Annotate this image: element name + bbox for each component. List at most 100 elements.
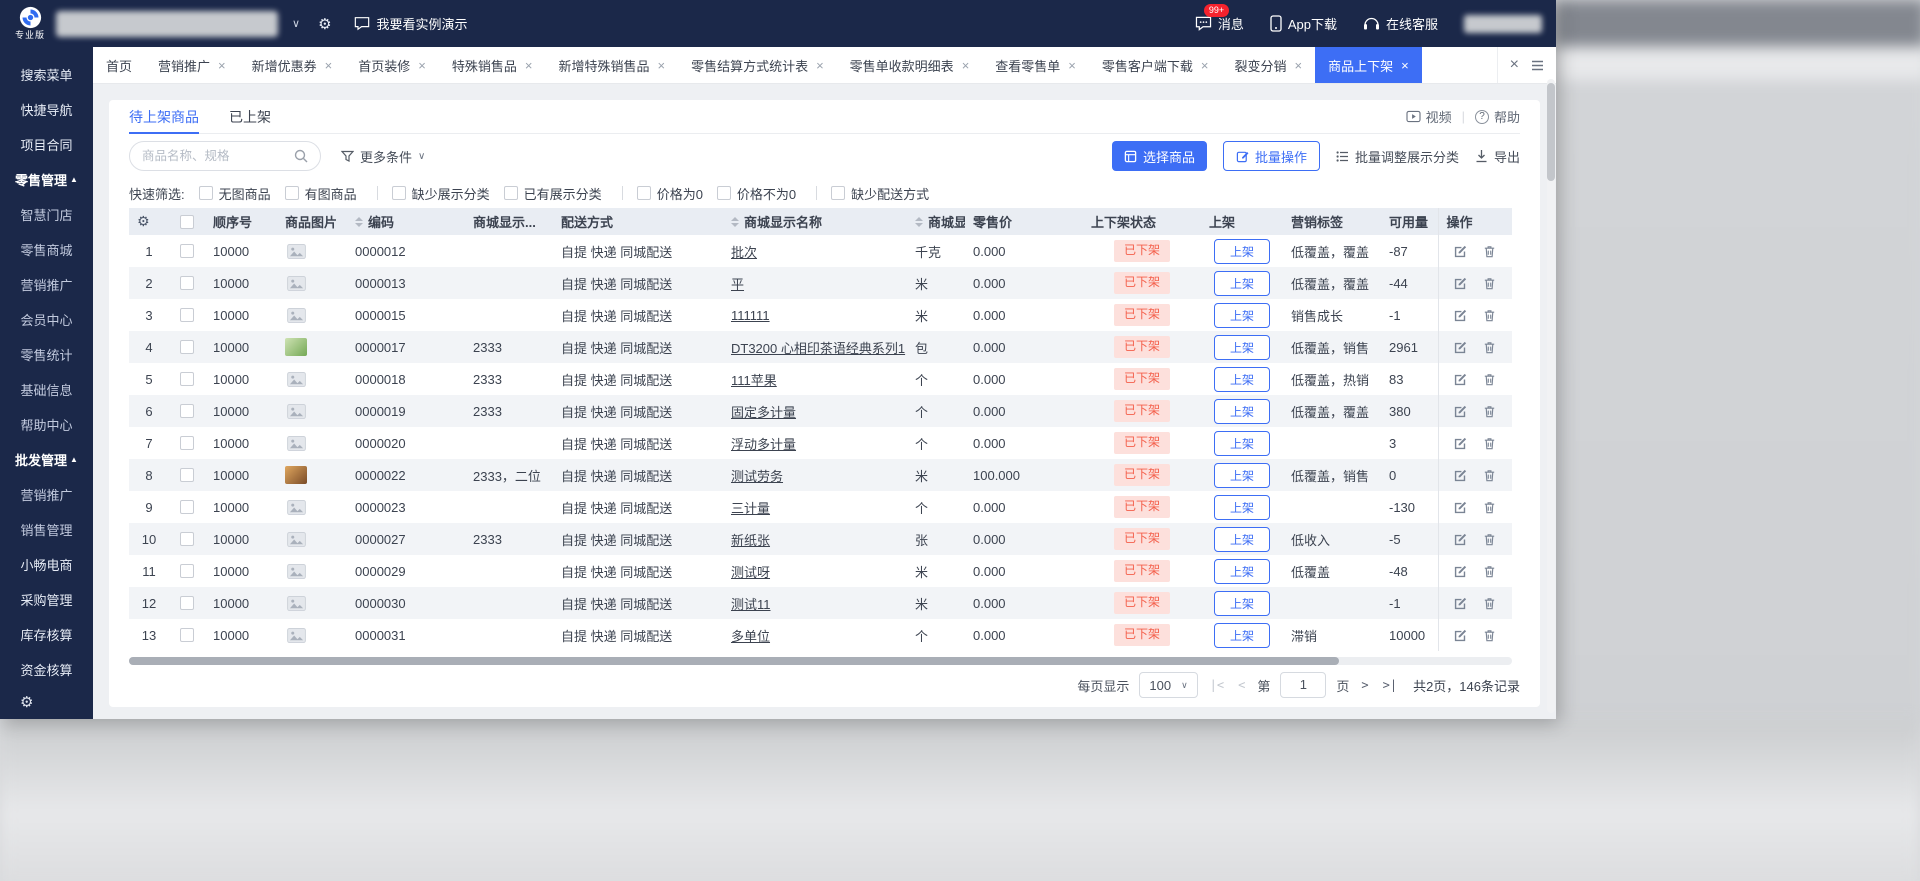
- delete-icon[interactable]: [1482, 244, 1497, 259]
- column-header[interactable]: 商城显...: [907, 208, 965, 235]
- sort-icon[interactable]: [355, 216, 363, 227]
- search-icon[interactable]: [294, 149, 308, 163]
- delete-icon[interactable]: [1482, 532, 1497, 547]
- sidebar-item[interactable]: 批发管理 ▲: [0, 442, 93, 477]
- close-tab-icon[interactable]: ×: [325, 58, 333, 73]
- put-on-shelf-button[interactable]: 上架: [1213, 622, 1270, 648]
- row-checkbox[interactable]: [180, 436, 194, 450]
- row-checkbox[interactable]: [180, 340, 194, 354]
- tab[interactable]: 营销推广 ×: [145, 47, 239, 83]
- sidebar-item[interactable]: 零售统计: [0, 337, 93, 372]
- company-selector-redacted[interactable]: [56, 10, 278, 37]
- column-header[interactable]: 零售价: [965, 208, 1083, 235]
- close-tab-icon[interactable]: ×: [418, 58, 426, 73]
- edit-icon[interactable]: [1453, 564, 1468, 579]
- subtab[interactable]: 待上架商品: [129, 100, 199, 134]
- close-tab-icon[interactable]: ×: [657, 58, 665, 73]
- checkbox[interactable]: [198, 186, 213, 200]
- put-on-shelf-button[interactable]: 上架: [1213, 238, 1270, 264]
- tab[interactable]: 裂变分销 ×: [1222, 47, 1316, 83]
- close-tab-icon[interactable]: ×: [816, 58, 824, 73]
- next-page-button[interactable]: >: [1359, 678, 1370, 692]
- checkbox[interactable]: [716, 186, 731, 200]
- quick-filter-checkbox[interactable]: 无图商品: [198, 184, 271, 203]
- column-header[interactable]: 上架: [1201, 208, 1283, 235]
- put-on-shelf-button[interactable]: 上架: [1213, 398, 1270, 424]
- quick-filter-checkbox[interactable]: 有图商品: [284, 184, 378, 203]
- tab[interactable]: 零售结算方式统计表 ×: [678, 47, 837, 83]
- edit-icon[interactable]: [1453, 340, 1468, 355]
- close-tab-icon[interactable]: ×: [1295, 58, 1303, 73]
- column-header[interactable]: 顺序号: [205, 208, 277, 235]
- put-on-shelf-button[interactable]: 上架: [1213, 590, 1270, 616]
- product-image[interactable]: [285, 370, 307, 388]
- close-tab-icon[interactable]: ×: [962, 58, 970, 73]
- sort-icon[interactable]: [731, 216, 739, 227]
- settings-gear-icon[interactable]: ⚙: [318, 15, 331, 33]
- tab[interactable]: 零售客户端下载 ×: [1089, 47, 1222, 83]
- quick-filter-checkbox[interactable]: 价格不为0: [716, 184, 817, 203]
- product-name-link[interactable]: 测试呀: [731, 565, 770, 580]
- product-name-link[interactable]: 批次: [731, 245, 757, 260]
- help-link[interactable]: ? 帮助: [1474, 107, 1520, 126]
- checkbox[interactable]: [503, 186, 518, 200]
- column-header[interactable]: 商品图片: [277, 208, 347, 235]
- delete-icon[interactable]: [1482, 372, 1497, 387]
- row-checkbox[interactable]: [180, 596, 194, 610]
- sidebar-item[interactable]: 零售管理 ▲: [0, 162, 93, 197]
- sidebar-item[interactable]: 零售商城: [0, 232, 93, 267]
- edit-icon[interactable]: [1453, 596, 1468, 611]
- subtab[interactable]: 已上架: [229, 100, 271, 133]
- edit-icon[interactable]: [1453, 500, 1468, 515]
- sidebar-item[interactable]: 项目合同: [0, 127, 93, 162]
- put-on-shelf-button[interactable]: 上架: [1213, 270, 1270, 296]
- video-link[interactable]: 视频: [1406, 107, 1452, 126]
- sidebar-item[interactable]: 营销推广: [0, 267, 93, 302]
- page-number-input[interactable]: 1: [1280, 672, 1327, 698]
- product-name-link[interactable]: 111111: [731, 308, 770, 323]
- tab[interactable]: 新增优惠券 ×: [239, 47, 346, 83]
- edit-icon[interactable]: [1453, 372, 1468, 387]
- batch-operation-button[interactable]: 批量操作: [1222, 141, 1320, 171]
- sidebar-item[interactable]: 基础信息: [0, 372, 93, 407]
- delete-icon[interactable]: [1482, 596, 1497, 611]
- sidebar-item[interactable]: 营销推广: [0, 477, 93, 512]
- row-checkbox[interactable]: [180, 500, 194, 514]
- sidebar-item[interactable]: 库存核算: [0, 617, 93, 652]
- row-checkbox[interactable]: [180, 628, 194, 642]
- row-checkbox[interactable]: [180, 308, 194, 322]
- product-image[interactable]: [285, 466, 307, 484]
- product-name-link[interactable]: 三计量: [731, 501, 770, 516]
- quick-filter-checkbox[interactable]: 缺少展示分类: [391, 184, 490, 203]
- row-checkbox[interactable]: [180, 276, 194, 290]
- tab[interactable]: 特殊销售品 ×: [439, 47, 546, 83]
- product-name-link[interactable]: DT3200 心相印茶语经典系列1: [731, 341, 905, 356]
- more-filters-button[interactable]: 更多条件 ∨: [341, 147, 425, 166]
- column-header[interactable]: 配送方式: [553, 208, 723, 235]
- edit-icon[interactable]: [1453, 276, 1468, 291]
- export-button[interactable]: 导出: [1475, 147, 1520, 166]
- checkbox[interactable]: [831, 186, 846, 200]
- chevron-down-icon[interactable]: ∨: [292, 17, 300, 30]
- product-name-link[interactable]: 浮动多计量: [731, 437, 796, 452]
- close-tab-icon[interactable]: ×: [1201, 58, 1209, 73]
- checkbox[interactable]: [636, 186, 651, 200]
- column-header[interactable]: 编码: [347, 208, 465, 235]
- put-on-shelf-button[interactable]: 上架: [1213, 302, 1270, 328]
- last-page-button[interactable]: >|: [1381, 678, 1399, 692]
- product-image[interactable]: [285, 594, 307, 612]
- quick-filter-checkbox[interactable]: 已有展示分类: [503, 184, 623, 203]
- user-info-redacted[interactable]: [1464, 14, 1542, 33]
- product-image[interactable]: [285, 562, 307, 580]
- put-on-shelf-button[interactable]: 上架: [1213, 334, 1270, 360]
- close-all-tabs-icon[interactable]: ×: [1510, 56, 1519, 74]
- put-on-shelf-button[interactable]: 上架: [1213, 494, 1270, 520]
- sidebar-item[interactable]: 帮助中心: [0, 407, 93, 442]
- product-image[interactable]: [285, 530, 307, 548]
- product-name-link[interactable]: 测试11: [731, 597, 771, 612]
- checkbox[interactable]: [284, 186, 299, 200]
- edit-icon[interactable]: [1453, 244, 1468, 259]
- column-header[interactable]: 操作: [1437, 208, 1512, 235]
- select-all-checkbox[interactable]: [180, 214, 194, 229]
- vertical-scrollbar[interactable]: [1547, 79, 1555, 713]
